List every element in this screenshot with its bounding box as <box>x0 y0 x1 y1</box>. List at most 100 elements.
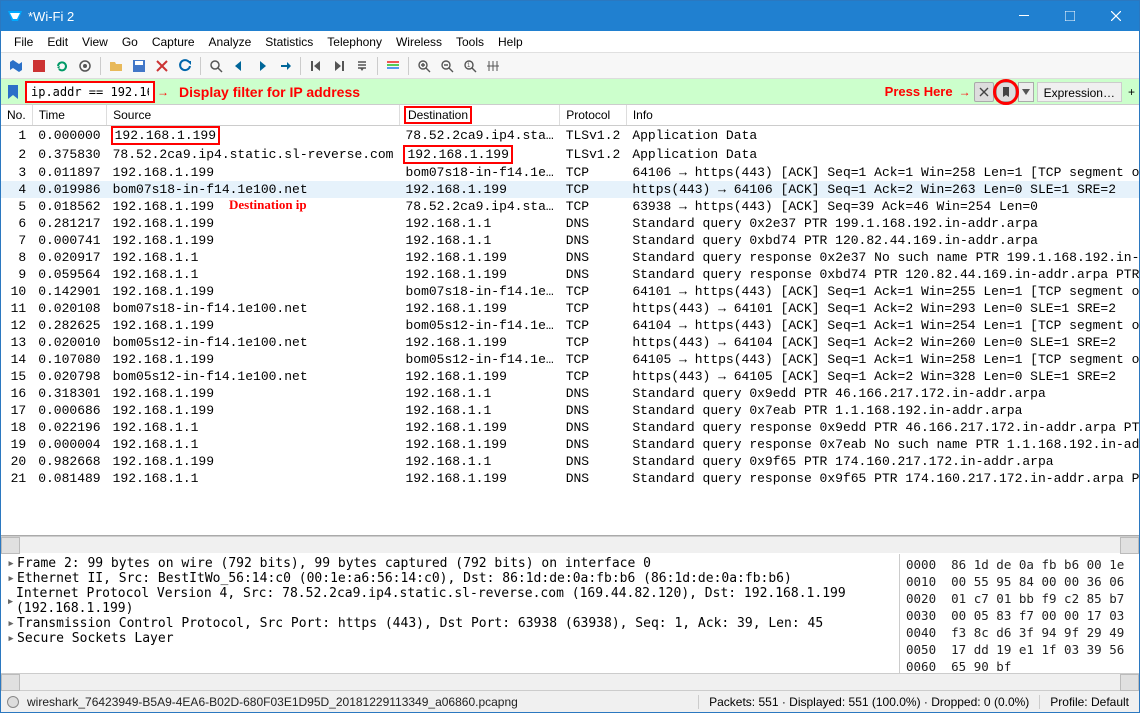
app-window: *Wi-Fi 2 FileEditViewGoCaptureAnalyzeSta… <box>0 0 1140 713</box>
display-filter-input[interactable] <box>25 81 155 103</box>
menu-file[interactable]: File <box>7 33 40 51</box>
status-profile[interactable]: Profile: Default <box>1039 695 1139 709</box>
status-file: wireshark_76423949-B5A9-4EA6-B02D-680F03… <box>25 695 698 709</box>
menu-telephony[interactable]: Telephony <box>320 33 389 51</box>
details-hscrollbar[interactable] <box>1 673 1139 690</box>
toolbar-restart-capture-icon[interactable] <box>51 55 73 77</box>
toolbar-next-icon[interactable] <box>251 55 273 77</box>
toolbar-stop-capture-icon[interactable] <box>28 55 50 77</box>
menu-go[interactable]: Go <box>115 33 145 51</box>
expand-caret-icon[interactable]: ▸ <box>5 556 17 571</box>
menu-help[interactable]: Help <box>491 33 530 51</box>
status-packets: Packets: 551 · Displayed: 551 (100.0%) ·… <box>698 695 1039 709</box>
details-tree-item[interactable]: ▸Transmission Control Protocol, Src Port… <box>5 616 895 631</box>
filter-clear-button[interactable] <box>974 82 994 102</box>
packet-row[interactable]: 200.982668192.168.1.199192.168.1.1DNSSta… <box>1 453 1139 470</box>
column-header-source[interactable]: Source <box>107 105 400 126</box>
filter-expression-button[interactable]: Expression… <box>1037 82 1122 102</box>
packet-row[interactable]: 190.000004192.168.1.1192.168.1.199DNSSta… <box>1 436 1139 453</box>
expand-caret-icon[interactable]: ▸ <box>5 616 17 631</box>
expand-caret-icon[interactable]: ▸ <box>5 631 17 646</box>
maximize-button[interactable] <box>1047 1 1093 31</box>
toolbar-capture-options-icon[interactable] <box>74 55 96 77</box>
filter-bookmark-icon[interactable] <box>5 84 21 100</box>
packet-details-pane[interactable]: ▸Frame 2: 99 bytes on wire (792 bits), 9… <box>1 554 899 674</box>
column-header-destination[interactable]: Destination <box>399 105 559 126</box>
toolbar-reload-icon[interactable] <box>174 55 196 77</box>
toolbar-goto-icon[interactable] <box>274 55 296 77</box>
toolbar-zoom-out-icon[interactable] <box>436 55 458 77</box>
packet-row[interactable]: 210.081489192.168.1.1192.168.1.199DNSSta… <box>1 470 1139 487</box>
packet-row[interactable]: 10.000000192.168.1.19978.52.2ca9.ip4.sta… <box>1 126 1139 146</box>
menu-edit[interactable]: Edit <box>40 33 75 51</box>
titlebar: *Wi-Fi 2 <box>1 1 1139 31</box>
packet-row[interactable]: 50.018562192.168.1.19978.52.2ca9.ip4.sta… <box>1 198 1139 215</box>
packet-row[interactable]: 120.282625192.168.1.199bom05s12-in-f14.1… <box>1 317 1139 334</box>
menu-tools[interactable]: Tools <box>449 33 491 51</box>
packet-row[interactable]: 160.318301192.168.1.199192.168.1.1DNSSta… <box>1 385 1139 402</box>
bottom-panes: ▸Frame 2: 99 bytes on wire (792 bits), 9… <box>1 553 1139 673</box>
packet-row[interactable]: 20.37583078.52.2ca9.ip4.static.sl-revers… <box>1 145 1139 164</box>
menu-bar: FileEditViewGoCaptureAnalyzeStatisticsTe… <box>1 31 1139 53</box>
column-header-no[interactable]: No. <box>1 105 32 126</box>
column-header-protocol[interactable]: Protocol <box>560 105 627 126</box>
packet-row[interactable]: 180.022196192.168.1.1192.168.1.199DNSSta… <box>1 419 1139 436</box>
toolbar-autoscroll-icon[interactable] <box>351 55 373 77</box>
toolbar-colorize-icon[interactable] <box>382 55 404 77</box>
toolbar-save-icon[interactable] <box>128 55 150 77</box>
packet-row[interactable]: 70.000741192.168.1.199192.168.1.1DNSStan… <box>1 232 1139 249</box>
toolbar-resize-columns-icon[interactable] <box>482 55 504 77</box>
packet-row[interactable]: 80.020917192.168.1.1192.168.1.199DNSStan… <box>1 249 1139 266</box>
toolbar-find-icon[interactable] <box>205 55 227 77</box>
details-tree-item[interactable]: ▸Internet Protocol Version 4, Src: 78.52… <box>5 586 895 616</box>
expand-caret-icon[interactable]: ▸ <box>5 594 16 609</box>
toolbar-first-icon[interactable] <box>305 55 327 77</box>
filter-add-button[interactable]: + <box>1124 85 1139 99</box>
main-toolbar: 1 <box>1 53 1139 79</box>
packet-bytes-pane[interactable]: 0000 86 1d de 0a fb b6 00 1e a6 0010 00 … <box>899 554 1139 673</box>
toolbar-last-icon[interactable] <box>328 55 350 77</box>
packet-row[interactable]: 110.020108bom07s18-in-f14.1e100.net192.1… <box>1 300 1139 317</box>
packet-list-pane[interactable]: Source ip Destination ip No.TimeSourceDe… <box>1 105 1139 536</box>
menu-capture[interactable]: Capture <box>145 33 202 51</box>
menu-view[interactable]: View <box>75 33 115 51</box>
window-title: *Wi-Fi 2 <box>28 9 1001 24</box>
details-tree-item[interactable]: ▸Ethernet II, Src: BestItWo_56:14:c0 (00… <box>5 571 895 586</box>
packet-row[interactable]: 140.107080192.168.1.199bom05s12-in-f14.1… <box>1 351 1139 368</box>
close-button[interactable] <box>1093 1 1139 31</box>
details-tree-item[interactable]: ▸Secure Sockets Layer <box>5 631 895 646</box>
toolbar-close-file-icon[interactable] <box>151 55 173 77</box>
filter-history-dropdown[interactable] <box>1018 82 1034 102</box>
toolbar-prev-icon[interactable] <box>228 55 250 77</box>
filter-apply-button[interactable] <box>996 82 1016 102</box>
packet-row[interactable]: 40.019986bom07s18-in-f14.1e100.net192.16… <box>1 181 1139 198</box>
expand-caret-icon[interactable]: ▸ <box>5 571 17 586</box>
details-tree-item[interactable]: ▸Frame 2: 99 bytes on wire (792 bits), 9… <box>5 556 895 571</box>
packet-row[interactable]: 170.000686192.168.1.199192.168.1.1DNSSta… <box>1 402 1139 419</box>
packet-row[interactable]: 60.281217192.168.1.199192.168.1.1DNSStan… <box>1 215 1139 232</box>
packet-row[interactable]: 100.142901192.168.1.199bom07s18-in-f14.1… <box>1 283 1139 300</box>
toolbar-start-capture-icon[interactable] <box>5 55 27 77</box>
annotation-arrow-icon: → <box>957 85 973 99</box>
display-filter-bar: → Display filter for IP address Press He… <box>1 79 1139 105</box>
packet-row[interactable]: 30.011897192.168.1.199bom07s18-in-f14.1e… <box>1 164 1139 181</box>
menu-wireless[interactable]: Wireless <box>389 33 449 51</box>
toolbar-zoom-reset-icon[interactable]: 1 <box>459 55 481 77</box>
menu-analyze[interactable]: Analyze <box>202 33 259 51</box>
expert-info-icon[interactable] <box>7 696 19 708</box>
annotation-arrow: → <box>155 85 171 99</box>
column-header-info[interactable]: Info <box>626 105 1139 126</box>
column-header-time[interactable]: Time <box>32 105 106 126</box>
packet-list-hscrollbar[interactable] <box>1 536 1139 553</box>
annotation-press-here: Press Here <box>885 84 957 99</box>
toolbar-zoom-in-icon[interactable] <box>413 55 435 77</box>
annotation-display-filter: Display filter for IP address <box>171 84 368 100</box>
packet-row[interactable]: 90.059564192.168.1.1192.168.1.199DNSStan… <box>1 266 1139 283</box>
menu-statistics[interactable]: Statistics <box>258 33 320 51</box>
status-bar: wireshark_76423949-B5A9-4EA6-B02D-680F03… <box>1 690 1139 712</box>
toolbar-open-icon[interactable] <box>105 55 127 77</box>
packet-row[interactable]: 130.020010bom05s12-in-f14.1e100.net192.1… <box>1 334 1139 351</box>
app-icon <box>7 8 23 24</box>
minimize-button[interactable] <box>1001 1 1047 31</box>
packet-row[interactable]: 150.020798bom05s12-in-f14.1e100.net192.1… <box>1 368 1139 385</box>
